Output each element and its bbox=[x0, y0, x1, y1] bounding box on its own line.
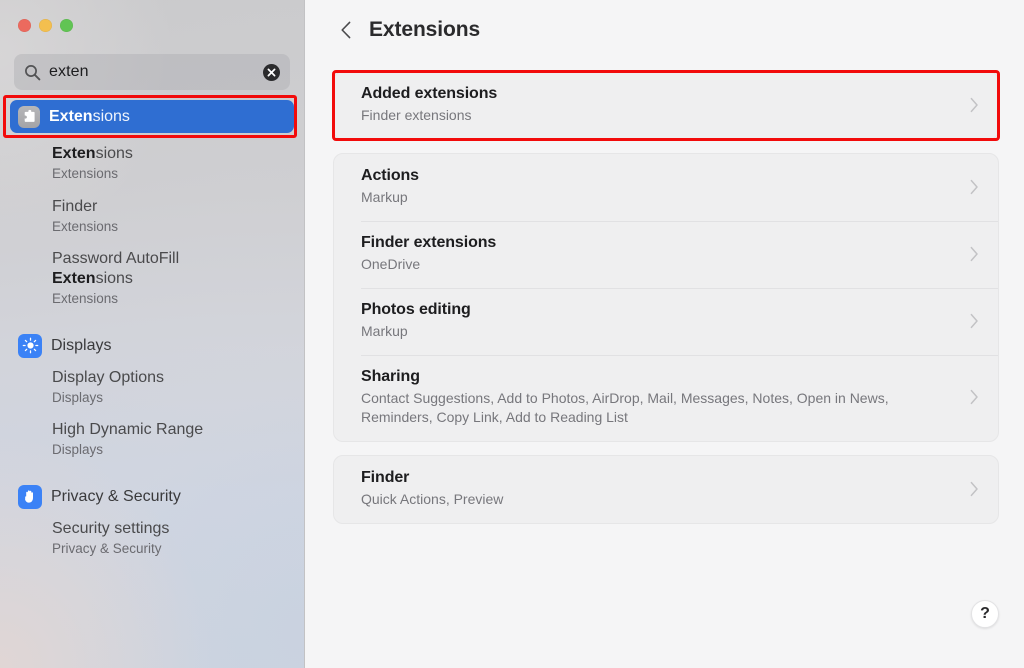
result-rest-text: sions bbox=[95, 145, 133, 162]
search-results-list: Extensions Extensions Extensions Finder … bbox=[0, 90, 304, 564]
hand-privacy-icon bbox=[18, 484, 42, 509]
row-subtitle: OneDrive bbox=[361, 255, 421, 272]
search-result-title: Password AutoFill Extensions bbox=[52, 249, 286, 289]
search-result-subtitle: Displays bbox=[52, 442, 104, 458]
settings-card-added-extensions: Added extensions Finder extensions bbox=[332, 70, 1000, 141]
row-subtitle: Markup bbox=[361, 322, 408, 339]
search-result-high-dynamic-range[interactable]: High Dynamic Range Displays bbox=[10, 413, 294, 466]
row-title: Photos editing bbox=[361, 300, 471, 318]
result-rest-text: Password AutoFill bbox=[52, 250, 180, 268]
search-result-subtitle: Displays bbox=[52, 389, 104, 405]
row-title: Finder extensions bbox=[361, 233, 497, 251]
sidebar-group-label: Displays bbox=[51, 336, 112, 354]
minimize-button[interactable] bbox=[39, 19, 52, 32]
row-subtitle: Finder extensions bbox=[361, 107, 472, 123]
search-result-subtitle: Extensions bbox=[52, 166, 119, 181]
chevron-right-icon bbox=[968, 389, 980, 405]
sidebar-group-privacy-security[interactable]: Privacy & Security bbox=[10, 476, 294, 512]
search-result-title: Extensions bbox=[52, 144, 286, 164]
close-button[interactable] bbox=[18, 19, 31, 32]
search-result-subtitle: Privacy & Security bbox=[52, 540, 162, 556]
clear-search-icon[interactable] bbox=[263, 63, 280, 81]
settings-row-finder-extensions[interactable]: Finder extensions OneDrive bbox=[334, 220, 998, 288]
result-match-text: Exten bbox=[52, 145, 96, 162]
row-title: Added extensions bbox=[361, 85, 498, 102]
main-content: Extensions Added extensions Finder exten… bbox=[305, 0, 1024, 668]
search-result-password-autofill-extensions[interactable]: Password AutoFill Extensions Extensions bbox=[10, 242, 294, 315]
row-title: Actions bbox=[361, 166, 419, 184]
system-settings-window: exten Extensions Extensions Extensions F… bbox=[0, 0, 1024, 668]
search-container: exten bbox=[0, 48, 304, 90]
result-rest-text2: sions bbox=[95, 270, 133, 288]
row-title: Sharing bbox=[361, 367, 420, 385]
search-field[interactable]: exten bbox=[14, 54, 290, 90]
window-traffic-lights bbox=[0, 0, 304, 48]
sidebar: exten Extensions Extensions Extensions F… bbox=[0, 0, 305, 668]
search-result-subtitle: Extensions bbox=[52, 218, 119, 234]
result-rest-text: Display Options bbox=[52, 368, 165, 386]
search-result-finder[interactable]: Finder Extensions bbox=[10, 190, 294, 243]
chevron-right-icon bbox=[968, 179, 980, 195]
row-subtitle: Quick Actions, Preview bbox=[361, 491, 504, 508]
search-result-title: Finder bbox=[52, 197, 286, 217]
settings-card-finder: Finder Quick Actions, Preview bbox=[333, 455, 999, 525]
brightness-sun-icon bbox=[18, 333, 42, 358]
chevron-right-icon bbox=[968, 246, 980, 262]
help-button[interactable]: ? bbox=[971, 600, 999, 628]
settings-row-added-extensions[interactable]: Added extensions Finder extensions bbox=[334, 72, 998, 139]
sidebar-group-label: Privacy & Security bbox=[51, 487, 181, 505]
page-title: Extensions bbox=[369, 18, 481, 41]
settings-row-photos-editing[interactable]: Photos editing Markup bbox=[334, 287, 998, 355]
search-icon bbox=[24, 64, 41, 81]
settings-list: Added extensions Finder extensions Actio… bbox=[305, 60, 1024, 525]
search-result-display-options[interactable]: Display Options Displays bbox=[10, 361, 294, 414]
settings-row-finder[interactable]: Finder Quick Actions, Preview bbox=[334, 456, 998, 523]
sidebar-item-label-rest: sions bbox=[92, 107, 130, 125]
chevron-right-icon bbox=[968, 313, 980, 329]
search-result-title: High Dynamic Range bbox=[52, 420, 286, 440]
zoom-button[interactable] bbox=[60, 19, 73, 32]
row-title: Finder bbox=[361, 469, 410, 487]
chevron-right-icon bbox=[968, 481, 980, 497]
sidebar-item-label: Extensions bbox=[49, 107, 130, 125]
result-match-text: Exten bbox=[52, 270, 96, 288]
settings-row-actions[interactable]: Actions Markup bbox=[334, 154, 998, 221]
result-rest-text: High Dynamic Range bbox=[52, 421, 204, 439]
main-header: Extensions bbox=[305, 0, 1024, 60]
search-result-extensions[interactable]: Extensions Extensions bbox=[10, 137, 294, 190]
result-rest-text: Finder bbox=[52, 197, 98, 215]
back-button[interactable] bbox=[333, 17, 359, 43]
chevron-right-icon bbox=[968, 97, 980, 113]
search-input[interactable]: exten bbox=[49, 64, 263, 80]
sidebar-item-extensions-selected[interactable]: Extensions bbox=[3, 95, 297, 138]
sidebar-group-displays[interactable]: Displays bbox=[10, 325, 294, 361]
search-result-subtitle: Extensions bbox=[52, 291, 119, 307]
settings-row-sharing[interactable]: Sharing Contact Suggestions, Add to Phot… bbox=[334, 354, 998, 442]
sidebar-item-label-match: Exten bbox=[49, 107, 93, 125]
search-result-security-settings[interactable]: Security settings Privacy & Security bbox=[10, 512, 294, 565]
settings-card-extension-categories: Actions Markup Finder extensions OneDriv… bbox=[333, 152, 999, 443]
result-rest-text: Security settings bbox=[52, 519, 170, 537]
row-subtitle: Contact Suggestions, Add to Photos, AirD… bbox=[361, 389, 889, 426]
search-result-title: Security settings bbox=[52, 519, 286, 539]
extensions-puzzle-icon bbox=[18, 105, 40, 128]
search-result-title: Display Options bbox=[52, 368, 286, 388]
row-subtitle: Markup bbox=[361, 188, 408, 205]
